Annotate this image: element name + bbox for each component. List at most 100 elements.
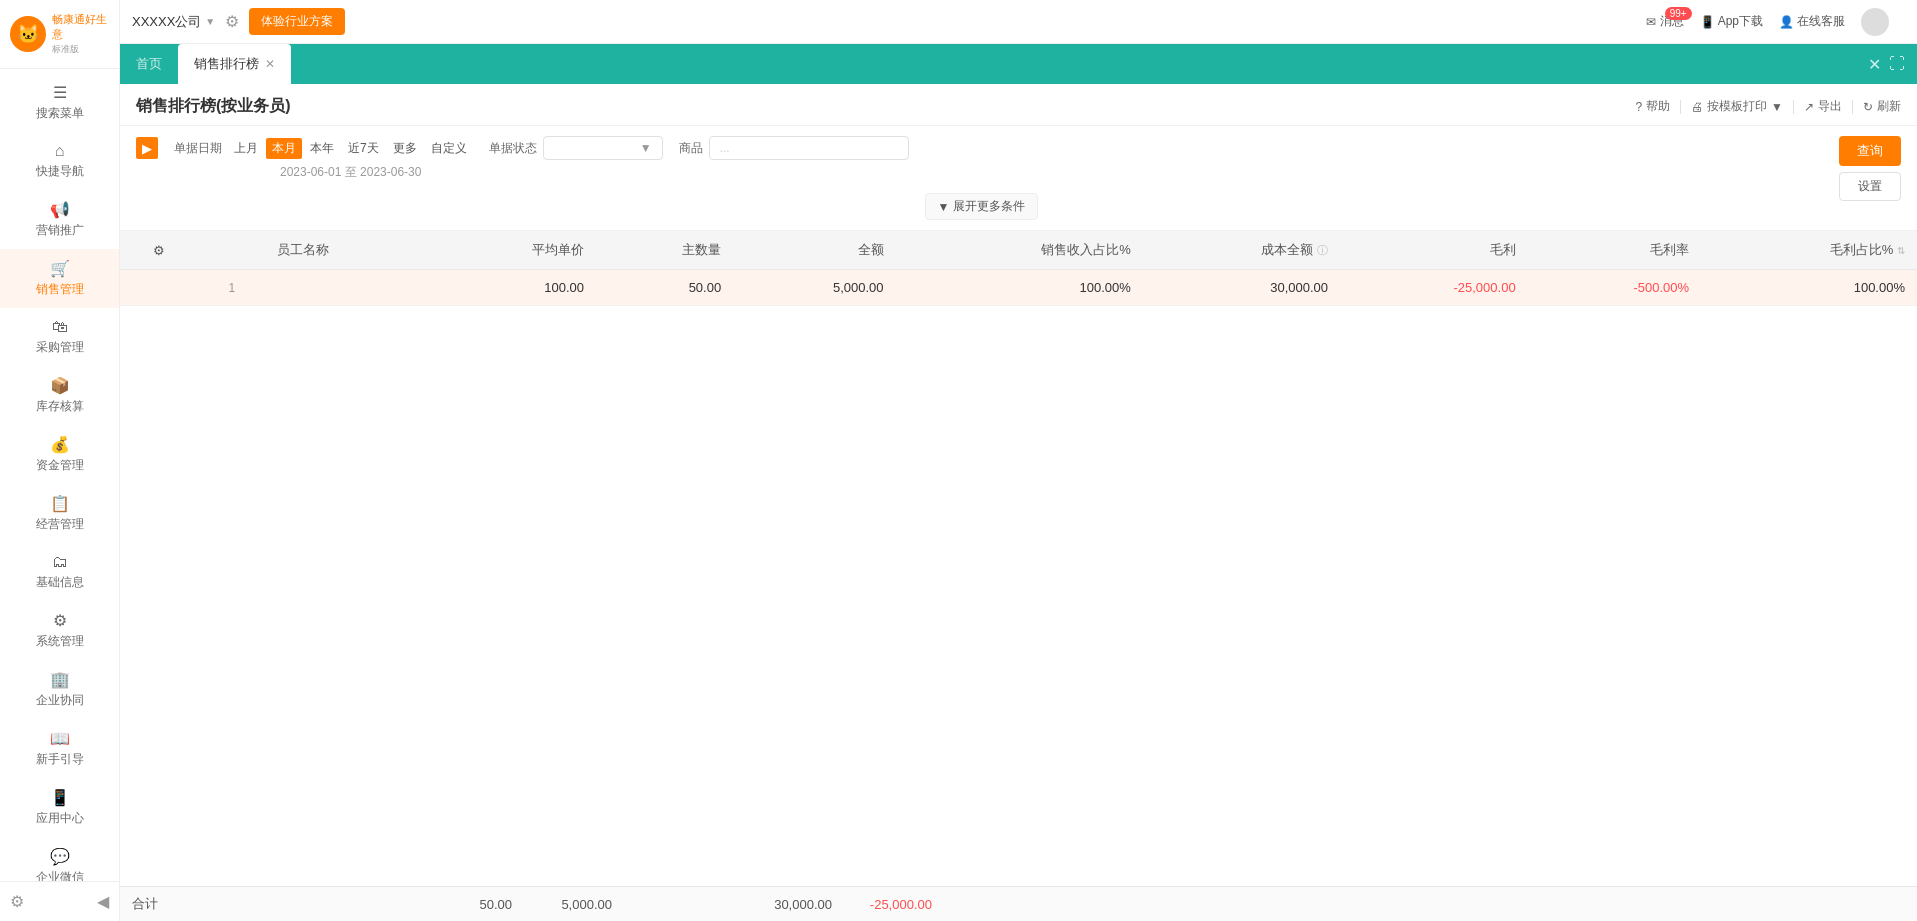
settings-button[interactable]: 设置 bbox=[1839, 172, 1901, 201]
date-tab-custom[interactable]: 自定义 bbox=[425, 138, 473, 159]
date-range-display: 2023-06-01 至 2023-06-30 bbox=[276, 164, 1827, 181]
th-gross: 毛利 bbox=[1340, 231, 1528, 270]
sidebar-item-label: 销售管理 bbox=[36, 281, 84, 298]
data-table: ⚙ 员工名称 平均单价 主数量 全额 销售收入占比% 成本全额 ⓘ 毛利 毛利率… bbox=[120, 231, 1917, 306]
sidebar-item-label: 企业微信 bbox=[36, 869, 84, 881]
sidebar-footer: ⚙ ◀ bbox=[0, 881, 119, 921]
date-tab-lastmonth[interactable]: 上月 bbox=[228, 138, 264, 159]
table-header-row: ⚙ 员工名称 平均单价 主数量 全额 销售收入占比% 成本全额 ⓘ 毛利 毛利率… bbox=[120, 231, 1917, 270]
message-badge: 99+ bbox=[1665, 7, 1692, 20]
sidebar-item-marketing[interactable]: 📢 营销推广 bbox=[0, 190, 119, 249]
cell-gross: -25,000.00 bbox=[1340, 270, 1528, 306]
date-label: 单据日期 bbox=[174, 140, 222, 157]
divider2 bbox=[1793, 100, 1794, 114]
th-settings[interactable]: ⚙ bbox=[120, 231, 198, 270]
help-button[interactable]: ? 帮助 bbox=[1635, 98, 1670, 115]
message-icon: ✉ bbox=[1646, 15, 1656, 29]
sidebar-item-operations[interactable]: 📋 经营管理 bbox=[0, 484, 119, 543]
divider3 bbox=[1852, 100, 1853, 114]
date-range-text: 2023-06-01 至 2023-06-30 bbox=[280, 165, 421, 179]
tab-close-all-icon[interactable]: ✕ bbox=[1868, 55, 1881, 74]
sidebar-collapse-icon[interactable]: ◀ bbox=[97, 892, 109, 911]
date-tab-more[interactable]: 更多 bbox=[387, 138, 423, 159]
main-content: XXXXX公司 ▼ ⚙ 体验行业方案 ✉ 消息 99+ 📱 App下载 👤 在线… bbox=[120, 0, 1917, 921]
purchase-icon: 🛍 bbox=[52, 318, 68, 336]
expand-icon: ▼ bbox=[938, 200, 950, 214]
filter-row: ▶ 单据日期 上月 本月 本年 近7天 更多 自定义 bbox=[136, 136, 1827, 160]
inventory-icon: 📦 bbox=[50, 376, 70, 395]
sidebar-item-cooperation[interactable]: 🏢 企业协同 bbox=[0, 660, 119, 719]
export-icon: ↗ bbox=[1804, 100, 1814, 114]
status-dropdown[interactable]: ▼ bbox=[543, 136, 663, 160]
sidebar-settings-icon[interactable]: ⚙ bbox=[10, 892, 24, 911]
date-tabs: 上月 本月 本年 近7天 更多 自定义 bbox=[228, 138, 473, 159]
sidebar-logo: 🐱 畅康通好生意 标准版 bbox=[0, 0, 119, 69]
app-download-button[interactable]: 📱 App下载 bbox=[1700, 13, 1763, 30]
finance-icon: 💰 bbox=[50, 435, 70, 454]
sidebar-item-search[interactable]: ☰ 搜索菜单 bbox=[0, 73, 119, 132]
th-cost: 成本全额 ⓘ bbox=[1143, 231, 1340, 270]
filter-area: ▶ 单据日期 上月 本月 本年 近7天 更多 自定义 bbox=[120, 126, 1917, 231]
date-tab-thisyear[interactable]: 本年 bbox=[304, 138, 340, 159]
guide-icon: 📖 bbox=[50, 729, 70, 748]
topbar-settings-icon[interactable]: ⚙ bbox=[225, 12, 239, 31]
page-header: 销售排行榜(按业务员) ? 帮助 🖨 按模板打印 ▼ ↗ bbox=[120, 84, 1917, 126]
help-icon: ? bbox=[1635, 100, 1642, 114]
sidebar-item-label: 资金管理 bbox=[36, 457, 84, 474]
table-settings-icon: ⚙ bbox=[153, 243, 165, 258]
operations-icon: 📋 bbox=[50, 494, 70, 513]
cooperation-icon: 🏢 bbox=[50, 670, 70, 689]
sidebar-item-appcenter[interactable]: 📱 应用中心 bbox=[0, 778, 119, 837]
expand-more-conditions-button[interactable]: ▼ 展开更多条件 bbox=[925, 193, 1039, 220]
th-gross-pct: 毛利占比% ⇅ bbox=[1701, 231, 1917, 270]
table-row: 1 100.00 50.00 5,000.00 100.00% 30,000.0… bbox=[120, 270, 1917, 306]
print-button[interactable]: 🖨 按模板打印 ▼ bbox=[1691, 98, 1783, 115]
sidebar-item-guide[interactable]: 📖 新手引导 bbox=[0, 719, 119, 778]
sidebar-item-system[interactable]: ⚙ 系统管理 bbox=[0, 601, 119, 660]
tab-sales-rank[interactable]: 销售排行榜 ✕ bbox=[178, 44, 291, 84]
sidebar-item-label: 搜索菜单 bbox=[36, 105, 84, 122]
sidebar-item-label: 企业协同 bbox=[36, 692, 84, 709]
message-button[interactable]: ✉ 消息 99+ bbox=[1646, 13, 1684, 30]
cell-gross-pct: 100.00% bbox=[1701, 270, 1917, 306]
date-filter: 单据日期 上月 本月 本年 近7天 更多 自定义 bbox=[174, 138, 473, 159]
print-dropdown-icon: ▼ bbox=[1771, 100, 1783, 114]
company-selector[interactable]: XXXXX公司 ▼ bbox=[132, 13, 215, 31]
date-tab-last7days[interactable]: 近7天 bbox=[342, 138, 385, 159]
sidebar-item-basic[interactable]: 🗂 基础信息 bbox=[0, 543, 119, 601]
avatar[interactable] bbox=[1861, 8, 1889, 36]
print-icon: 🖨 bbox=[1691, 100, 1703, 114]
sidebar-item-purchase[interactable]: 🛍 采购管理 bbox=[0, 308, 119, 366]
content-area: 销售排行榜(按业务员) ? 帮助 🖨 按模板打印 ▼ ↗ bbox=[120, 84, 1917, 921]
filter-collapse-btn[interactable]: ▶ bbox=[136, 137, 158, 159]
export-button[interactable]: ↗ 导出 bbox=[1804, 98, 1842, 115]
menu-icon: ☰ bbox=[53, 83, 67, 102]
sidebar-item-label: 营销推广 bbox=[36, 222, 84, 239]
goods-input[interactable]: ... bbox=[709, 136, 909, 160]
query-button[interactable]: 查询 bbox=[1839, 136, 1901, 166]
online-service-button[interactable]: 👤 在线客服 bbox=[1779, 13, 1845, 30]
sidebar-item-wechat[interactable]: 💬 企业微信 bbox=[0, 837, 119, 881]
tab-close-icon[interactable]: ✕ bbox=[265, 57, 275, 71]
cell-rank: 1 bbox=[198, 270, 265, 306]
sidebar-item-finance[interactable]: 💰 资金管理 bbox=[0, 425, 119, 484]
refresh-button[interactable]: ↻ 刷新 bbox=[1863, 98, 1901, 115]
sales-icon: 🛒 bbox=[50, 259, 70, 278]
table-footer: 合计 50.00 5,000.00 30,000.00 -25,000.00 bbox=[120, 886, 1917, 921]
goods-label: 商品 bbox=[679, 140, 703, 157]
sidebar-item-sales[interactable]: 🛒 销售管理 bbox=[0, 249, 119, 308]
sidebar-item-label: 基础信息 bbox=[36, 574, 84, 591]
content-inner: 销售排行榜(按业务员) ? 帮助 🖨 按模板打印 ▼ ↗ bbox=[120, 84, 1917, 921]
trial-button[interactable]: 体验行业方案 bbox=[249, 8, 345, 35]
sort-icon[interactable]: ⇅ bbox=[1897, 245, 1905, 256]
date-tab-thismonth[interactable]: 本月 bbox=[266, 138, 302, 159]
tab-restore-icon[interactable]: ⛶ bbox=[1889, 55, 1905, 73]
tab-sales-rank-label: 销售排行榜 bbox=[194, 55, 259, 73]
tab-home[interactable]: 首页 bbox=[120, 44, 178, 84]
sidebar-item-quicknav[interactable]: ⌂ 快捷导航 bbox=[0, 132, 119, 190]
status-dropdown-arrow-icon: ▼ bbox=[640, 141, 652, 155]
sidebar: 🐱 畅康通好生意 标准版 ☰ 搜索菜单 ⌂ 快捷导航 📢 营销推广 🛒 销售管理… bbox=[0, 0, 120, 921]
page-title: 销售排行榜(按业务员) bbox=[136, 96, 291, 117]
divider bbox=[1680, 100, 1681, 114]
sidebar-item-inventory[interactable]: 📦 库存核算 bbox=[0, 366, 119, 425]
